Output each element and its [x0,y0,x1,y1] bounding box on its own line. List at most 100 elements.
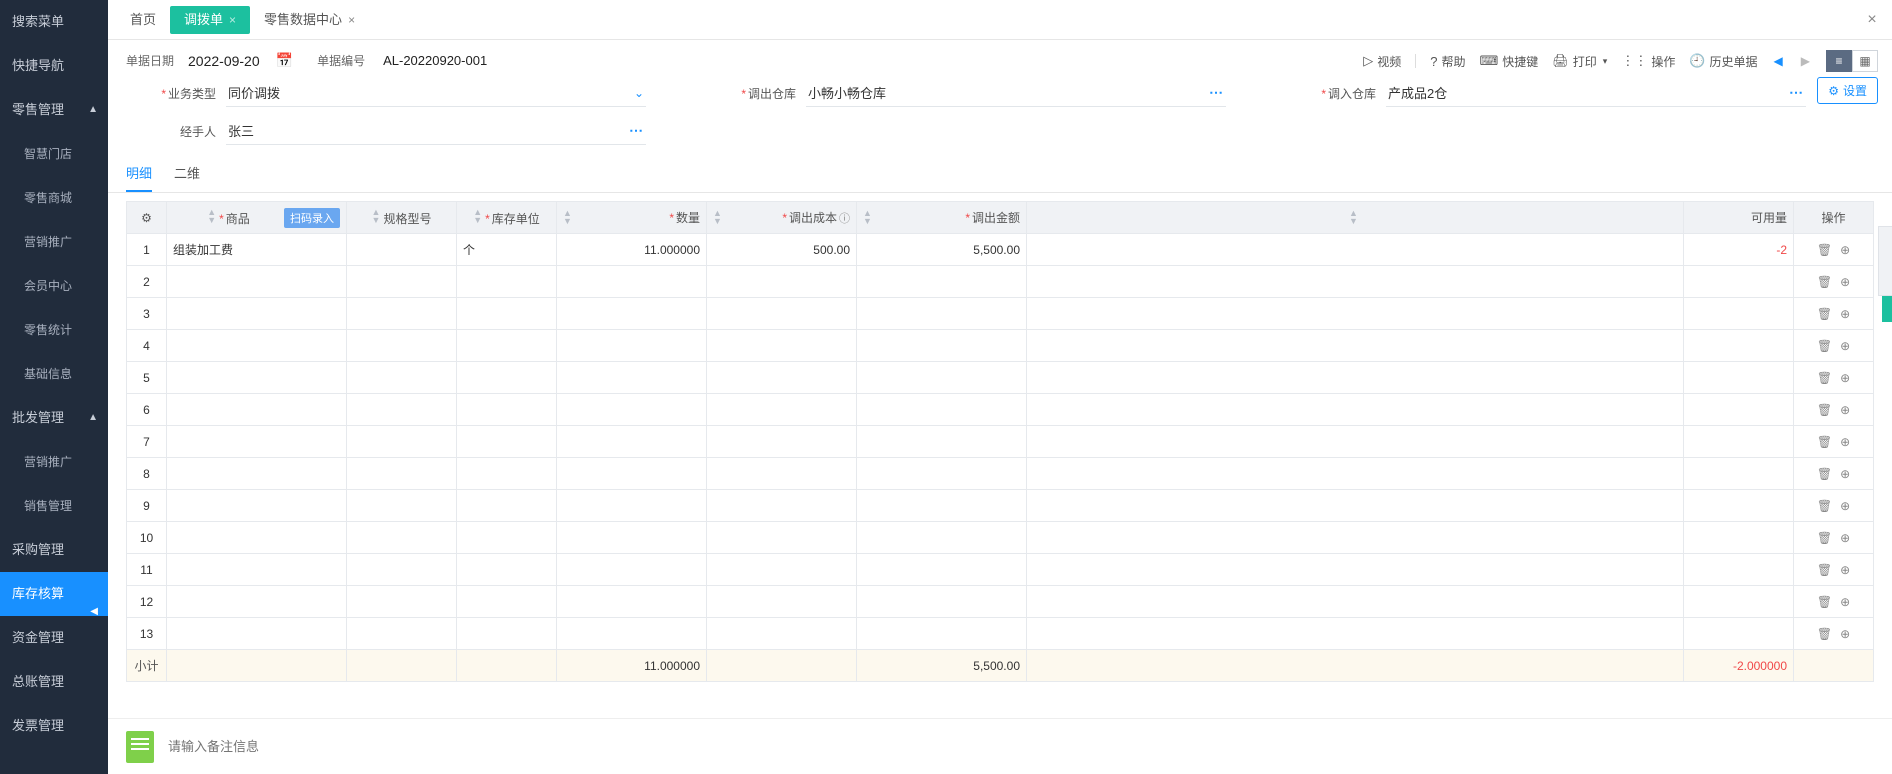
table-row[interactable]: 5 🗑⊕ [127,362,1874,394]
out-warehouse-select[interactable]: 小畅小畅仓库 ⋯ [806,79,1226,107]
close-icon[interactable]: × [229,6,236,34]
sidebar-retail-stats[interactable]: 零售统计 [0,308,108,352]
sidebar-quick-nav[interactable]: 快捷导航 [0,44,108,88]
biz-type-select[interactable]: 同价调拨 ⌄ [226,79,646,107]
add-row-icon[interactable]: ⊕ [1840,627,1850,641]
note-icon[interactable] [126,731,154,763]
table-row[interactable]: 11 🗑⊕ [127,554,1874,586]
delete-row-icon[interactable]: 🗑 [1817,339,1832,353]
table-row[interactable]: 9 🗑⊕ [127,490,1874,522]
settings-button[interactable]: ⚙ 设置 [1817,77,1878,104]
cell-qty[interactable]: 11.000000 [557,234,707,266]
cell-amount[interactable]: 5,500.00 [857,234,1027,266]
sidebar-sales-mgmt[interactable]: 销售管理 [0,484,108,528]
col-avail[interactable]: 可用量 [1684,202,1794,234]
cell-cost[interactable]: 500.00 [707,234,857,266]
add-row-icon[interactable]: ⊕ [1840,435,1850,449]
add-row-icon[interactable]: ⊕ [1840,371,1850,385]
add-row-icon[interactable]: ⊕ [1840,531,1850,545]
table-row[interactable]: 10 🗑⊕ [127,522,1874,554]
sidebar-search-menu[interactable]: 搜索菜单 [0,0,108,44]
scan-entry-badge[interactable]: 扫码录入 [284,208,340,228]
delete-row-icon[interactable]: 🗑 [1817,595,1832,609]
history-button[interactable]: 🕘历史单据 [1689,53,1757,70]
sidebar-member-center[interactable]: 会员中心 [0,264,108,308]
subtab-2d[interactable]: 二维 [174,163,200,192]
actions-button[interactable]: ⋮⋮操作 [1621,53,1675,70]
table-row[interactable]: 3 🗑⊕ [127,298,1874,330]
delete-row-icon[interactable]: 🗑 [1817,371,1832,385]
sidebar-base-info[interactable]: 基础信息 [0,352,108,396]
delete-row-icon[interactable]: 🗑 [1817,531,1832,545]
tab-home[interactable]: 首页 [116,6,170,34]
col-unit[interactable]: ▲▼*库存单位 [457,202,557,234]
sidebar-invoice-mgmt[interactable]: 发票管理 [0,704,108,748]
delete-row-icon[interactable]: 🗑 [1817,275,1832,289]
table-row[interactable]: 2 🗑⊕ [127,266,1874,298]
help-link[interactable]: ?帮助 [1430,53,1465,70]
doc-date-value[interactable]: 2022-09-20 [188,53,260,69]
table-row[interactable]: 1 组装加工费 个 11.000000 500.00 5,500.00 -2 🗑… [127,234,1874,266]
calendar-icon[interactable]: 📅 [276,52,293,69]
add-row-icon[interactable]: ⊕ [1840,595,1850,609]
close-icon[interactable]: × [348,6,355,34]
delete-row-icon[interactable]: 🗑 [1817,435,1832,449]
col-amount[interactable]: ▲▼*调出金额 [857,202,1027,234]
table-row[interactable]: 13 🗑⊕ [127,618,1874,650]
add-row-icon[interactable]: ⊕ [1840,307,1850,321]
sidebar-inventory-costing[interactable]: 库存核算 ◀ [0,572,108,616]
sidebar-retail-mgmt[interactable]: 零售管理 ▲ [0,88,108,132]
delete-row-icon[interactable]: 🗑 [1817,627,1832,641]
tab-transfer-order[interactable]: 调拨单 × [170,6,250,34]
video-link[interactable]: ▷视频 [1363,53,1401,70]
delete-row-icon[interactable]: 🗑 [1817,307,1832,321]
handler-select[interactable]: 张三 ⋯ [226,117,646,145]
prev-page-button[interactable]: ◀ [1772,54,1785,68]
sidebar-retail-mall[interactable]: 零售商城 [0,176,108,220]
add-row-icon[interactable]: ⊕ [1840,403,1850,417]
delete-row-icon[interactable]: 🗑 [1817,563,1832,577]
delete-row-icon[interactable]: 🗑 [1817,499,1832,513]
add-row-icon[interactable]: ⊕ [1840,563,1850,577]
print-button[interactable]: 🖨打印▾ [1552,53,1607,70]
sidebar-smart-store[interactable]: 智慧门店 [0,132,108,176]
table-row[interactable]: 12 🗑⊕ [127,586,1874,618]
in-warehouse-select[interactable]: 产成品2仓 ⋯ [1386,79,1806,107]
sidebar-fund-mgmt[interactable]: 资金管理 [0,616,108,660]
sidebar-marketing[interactable]: 营销推广 [0,220,108,264]
col-cost[interactable]: ▲▼*调出成本ⓘ [707,202,857,234]
delete-row-icon[interactable]: 🗑 [1817,243,1832,257]
add-row-icon[interactable]: ⊕ [1840,243,1850,257]
hotkey-link[interactable]: ⌨快捷键 [1479,53,1538,70]
cell-unit[interactable]: 个 [457,234,557,266]
sidebar-ledger-mgmt[interactable]: 总账管理 [0,660,108,704]
add-row-icon[interactable]: ⊕ [1840,339,1850,353]
table-row[interactable]: 4 🗑⊕ [127,330,1874,362]
col-spec[interactable]: ▲▼规格型号 [347,202,457,234]
right-drawer-handle[interactable] [1878,226,1892,296]
right-drawer-tab[interactable] [1882,296,1892,322]
subtab-detail[interactable]: 明细 [126,163,152,192]
delete-row-icon[interactable]: 🗑 [1817,403,1832,417]
cell-spec[interactable] [347,234,457,266]
add-row-icon[interactable]: ⊕ [1840,467,1850,481]
tabs-close-all[interactable]: × [1862,10,1882,30]
sidebar-marketing2[interactable]: 营销推广 [0,440,108,484]
sidebar-wholesale-mgmt[interactable]: 批发管理 ▲ [0,396,108,440]
table-row[interactable]: 8 🗑⊕ [127,458,1874,490]
sidebar-purchase-mgmt[interactable]: 采购管理 [0,528,108,572]
table-row[interactable]: 6 🗑⊕ [127,394,1874,426]
tab-retail-data-center[interactable]: 零售数据中心 × [250,6,369,34]
add-row-icon[interactable]: ⊕ [1840,499,1850,513]
view-card-button[interactable]: ▦ [1852,50,1878,72]
grid-settings-header[interactable]: ⚙ [127,202,167,234]
view-list-button[interactable]: ≡ [1826,50,1852,72]
add-row-icon[interactable]: ⊕ [1840,275,1850,289]
col-qty[interactable]: ▲▼*数量 [557,202,707,234]
table-row[interactable]: 7 🗑⊕ [127,426,1874,458]
next-page-button[interactable]: ▶ [1799,54,1812,68]
delete-row-icon[interactable]: 🗑 [1817,467,1832,481]
col-product[interactable]: ▲▼*商品扫码录入 [167,202,347,234]
cell-product[interactable]: 组装加工费 [167,234,347,266]
remark-input[interactable] [168,739,1874,754]
